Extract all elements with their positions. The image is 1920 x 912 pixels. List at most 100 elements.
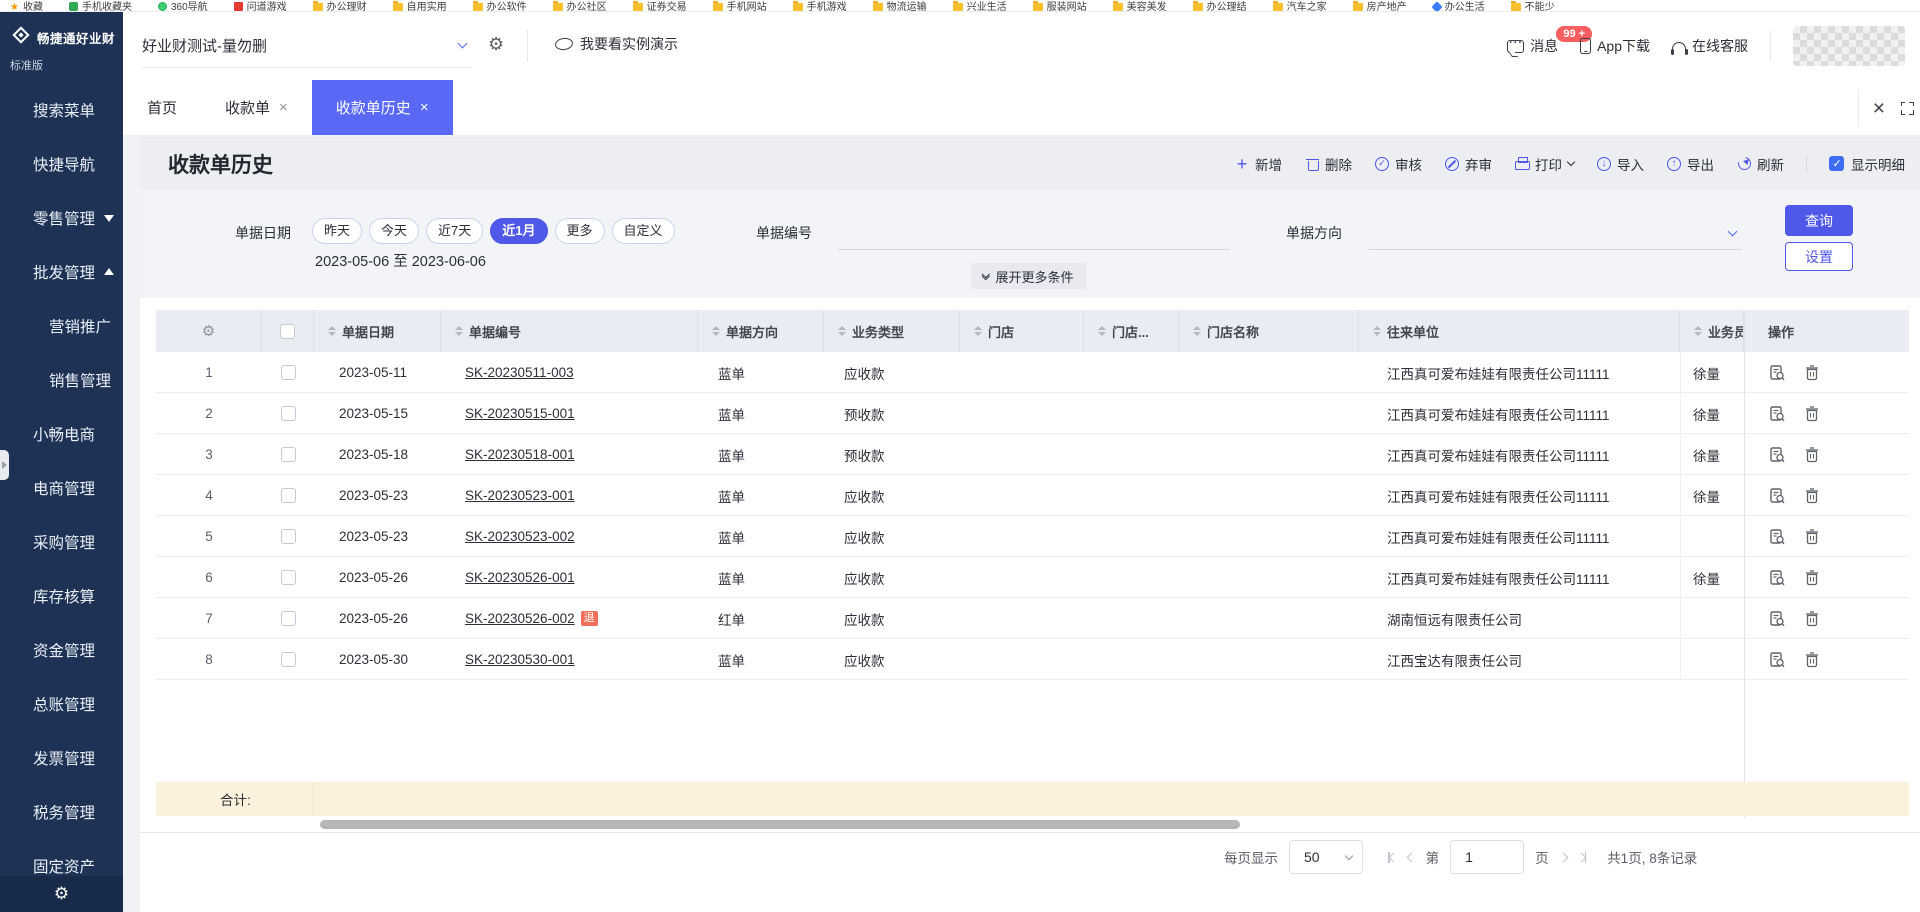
column-settings-gear-icon[interactable]: ⚙: [156, 310, 262, 352]
sidebar-item[interactable]: 小畅电商: [0, 407, 123, 461]
horizontal-scrollbar[interactable]: [320, 820, 1240, 829]
delete-row-icon[interactable]: [1805, 405, 1819, 422]
sidebar-item[interactable]: 库存核算: [0, 569, 123, 623]
sidebar-item[interactable]: 税务管理: [0, 785, 123, 839]
doc-no-link[interactable]: SK-20230530-001: [465, 652, 575, 667]
bookmark-item[interactable]: 证券交易: [632, 0, 687, 11]
sort-icon[interactable]: [1098, 326, 1106, 336]
bookmark-item[interactable]: 办公社区: [552, 0, 607, 11]
table-row[interactable]: 1 2023-05-11 SK-20230511-003 蓝单 应收款 江西真可…: [156, 352, 1909, 393]
sort-icon[interactable]: [455, 326, 463, 336]
delete-row-icon[interactable]: [1805, 446, 1819, 463]
sidebar-collapse-handle[interactable]: [0, 450, 9, 480]
toolbar-button[interactable]: 弃审: [1444, 154, 1492, 174]
user-avatar[interactable]: [1793, 26, 1905, 66]
expand-more-filters-button[interactable]: 展开更多条件: [971, 263, 1086, 289]
first-page-button[interactable]: [1388, 851, 1399, 863]
view-doc-icon[interactable]: [1770, 405, 1785, 422]
page-tab[interactable]: 收款单 ×: [201, 80, 312, 135]
doc-no-link[interactable]: SK-20230523-002: [465, 529, 575, 544]
bookmark-item[interactable]: 汽车之家: [1272, 0, 1327, 11]
bookmark-item[interactable]: 美容美发: [1112, 0, 1167, 11]
view-doc-icon[interactable]: [1770, 487, 1785, 504]
last-page-button[interactable]: [1576, 851, 1587, 863]
row-checkbox[interactable]: [280, 447, 296, 462]
page-tab[interactable]: 首页: [123, 80, 201, 135]
sidebar-item[interactable]: 批发管理: [0, 245, 123, 299]
column-header[interactable]: 往来单位: [1359, 310, 1680, 352]
table-row[interactable]: 4 2023-05-23 SK-20230523-001 蓝单 应收款 江西真可…: [156, 475, 1909, 516]
gear-icon[interactable]: ⚙: [54, 884, 69, 904]
row-checkbox[interactable]: [280, 611, 296, 626]
bookmark-item[interactable]: 办公理结: [1192, 0, 1247, 11]
online-service-button[interactable]: 在线客服: [1670, 36, 1748, 56]
sort-icon[interactable]: [1193, 326, 1201, 336]
doc-no-link[interactable]: SK-20230518-001: [465, 447, 575, 462]
row-checkbox[interactable]: [280, 570, 296, 585]
toolbar-button[interactable]: 刷新: [1736, 154, 1784, 174]
column-header[interactable]: 业务员: [1680, 310, 1744, 352]
row-checkbox[interactable]: [280, 488, 296, 503]
sidebar-item[interactable]: 快捷导航: [0, 137, 123, 191]
prev-page-button[interactable]: [1406, 852, 1417, 862]
delete-row-icon[interactable]: [1805, 651, 1819, 668]
direction-select[interactable]: [1369, 216, 1742, 250]
messages-button[interactable]: 消息 99 +: [1507, 26, 1593, 56]
column-header[interactable]: 业务类型: [824, 310, 960, 352]
date-pill[interactable]: 近1月: [490, 218, 548, 244]
date-pill[interactable]: 更多: [554, 218, 605, 244]
date-pill[interactable]: 今天: [369, 218, 420, 244]
account-selector[interactable]: 好业财测试-量勿删: [142, 24, 472, 68]
bookmark-item[interactable]: 自用实用: [392, 0, 447, 11]
view-doc-icon[interactable]: [1770, 569, 1785, 586]
bookmark-item[interactable]: 服装网站: [1032, 0, 1087, 11]
row-checkbox[interactable]: [280, 652, 296, 667]
delete-row-icon[interactable]: [1805, 569, 1819, 586]
bookmark-item[interactable]: 办公软件: [472, 0, 527, 11]
column-header[interactable]: 单据编号: [441, 310, 698, 352]
bookmark-item[interactable]: 360导航: [157, 0, 208, 11]
column-header[interactable]: 门店: [960, 310, 1084, 352]
bookmark-item[interactable]: 房产地产: [1352, 0, 1407, 11]
toolbar-button[interactable]: 删除: [1304, 154, 1352, 174]
delete-row-icon[interactable]: [1805, 610, 1819, 627]
show-detail-toggle[interactable]: 显示明细: [1829, 154, 1905, 174]
search-button[interactable]: 查询: [1785, 205, 1853, 236]
column-header[interactable]: 门店...: [1084, 310, 1179, 352]
sidebar-item[interactable]: 发票管理: [0, 731, 123, 785]
view-doc-icon[interactable]: [1770, 528, 1785, 545]
doc-no-link[interactable]: SK-20230523-001: [465, 488, 575, 503]
sidebar-item[interactable]: 营销推广: [0, 299, 123, 353]
bookmark-item[interactable]: 手机网站: [712, 0, 767, 11]
sidebar-item[interactable]: 电商管理: [0, 461, 123, 515]
fullscreen-icon[interactable]: [1899, 99, 1915, 116]
view-doc-icon[interactable]: [1770, 651, 1785, 668]
sidebar-item[interactable]: 资金管理: [0, 623, 123, 677]
toolbar-button[interactable]: 打印: [1514, 154, 1576, 174]
doc-no-input[interactable]: [838, 216, 1230, 250]
show-detail-checkbox[interactable]: [1829, 156, 1844, 171]
sort-icon[interactable]: [838, 326, 846, 336]
toolbar-button[interactable]: 审核: [1374, 154, 1422, 174]
bookmark-item[interactable]: 不能少: [1510, 0, 1555, 11]
table-row[interactable]: 3 2023-05-18 SK-20230518-001 蓝单 预收款 江西真可…: [156, 434, 1909, 475]
bookmark-item[interactable]: 物流运输: [872, 0, 927, 11]
view-doc-icon[interactable]: [1770, 610, 1785, 627]
toolbar-button[interactable]: 导出: [1666, 154, 1714, 174]
table-row[interactable]: 6 2023-05-26 SK-20230526-001 蓝单 应收款 江西真可…: [156, 557, 1909, 598]
sort-icon[interactable]: [1373, 326, 1381, 336]
tab-close-icon[interactable]: ×: [420, 100, 429, 115]
settings-button[interactable]: 设置: [1785, 242, 1853, 271]
row-checkbox[interactable]: [280, 365, 296, 380]
per-page-select[interactable]: 50: [1289, 840, 1363, 874]
table-row[interactable]: 5 2023-05-23 SK-20230523-002 蓝单 应收款 江西真可…: [156, 516, 1909, 557]
sidebar-item[interactable]: 零售管理: [0, 191, 123, 245]
bookmark-item[interactable]: 兴业生活: [952, 0, 1007, 11]
page-number-input[interactable]: 1: [1450, 840, 1525, 874]
doc-no-link[interactable]: SK-20230526-002: [465, 611, 575, 626]
sort-icon[interactable]: [328, 326, 336, 336]
tab-close-icon[interactable]: ×: [279, 100, 288, 115]
delete-row-icon[interactable]: [1805, 528, 1819, 545]
toolbar-button[interactable]: 导入: [1596, 154, 1644, 174]
doc-no-link[interactable]: SK-20230526-001: [465, 570, 575, 585]
